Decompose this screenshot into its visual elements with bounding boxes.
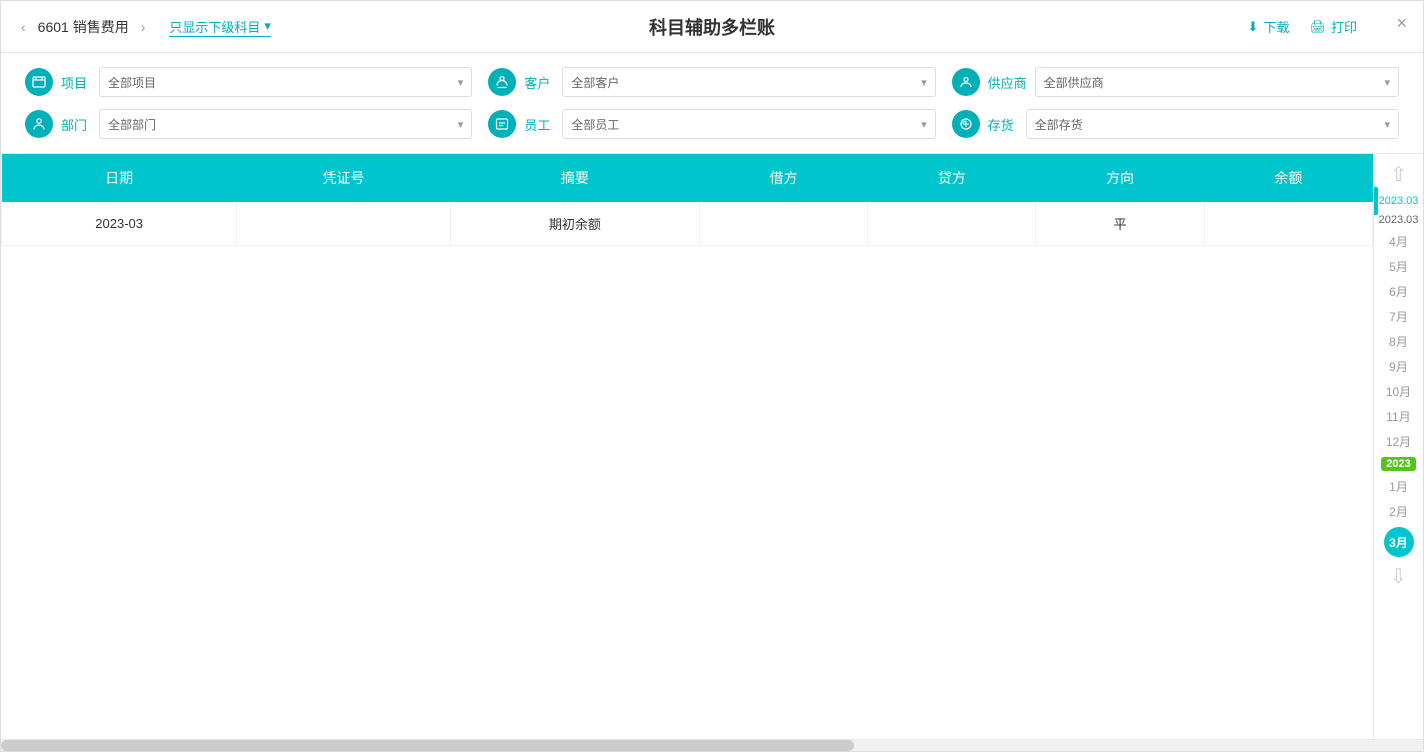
- customer-icon: [488, 68, 516, 96]
- side-nav-up-button[interactable]: ⇧: [1374, 158, 1423, 191]
- print-icon: 🖨: [1309, 19, 1326, 35]
- project-label: 项目: [61, 73, 91, 92]
- inventory-arrow-icon: ▾: [1384, 118, 1390, 131]
- filter-inventory: 存货 全部存货 ▾: [944, 103, 1407, 145]
- download-label: 下载: [1263, 17, 1289, 36]
- download-button[interactable]: ⬇ 下载: [1248, 17, 1290, 36]
- cell-direction: 平: [1036, 202, 1204, 246]
- print-button[interactable]: 🖨 打印: [1309, 17, 1357, 36]
- side-nav-month-8[interactable]: 8月: [1387, 329, 1410, 354]
- department-icon: [25, 110, 53, 138]
- show-sub-button[interactable]: 只显示下级科目 ▾: [169, 17, 271, 37]
- title-right: ⬇ 下载 🖨 打印: [1248, 17, 1407, 36]
- project-select[interactable]: 全部项目 ▾: [99, 67, 472, 97]
- nav-prev-button[interactable]: ‹: [17, 17, 30, 37]
- department-select[interactable]: 全部部门 ▾: [99, 109, 472, 139]
- cell-summary: 期初余额: [450, 202, 699, 246]
- main-window: ‹ 6601 销售费用 › 只显示下级科目 ▾ 科目辅助多栏账 ⬇ 下载 🖨 打…: [0, 0, 1424, 752]
- filter-supplier: 供应商 全部供应商 ▾: [944, 61, 1407, 103]
- page-title: 科目辅助多栏账: [649, 14, 775, 40]
- employee-value: 全部员工: [571, 116, 619, 133]
- side-nav-month-12[interactable]: 12月: [1384, 429, 1413, 454]
- project-value: 全部项目: [108, 74, 156, 91]
- side-nav-month-6[interactable]: 6月: [1387, 279, 1410, 304]
- filter-area: 项目 全部项目 ▾ 客户 全部客户 ▾: [1, 53, 1423, 154]
- close-button[interactable]: ×: [1396, 13, 1407, 34]
- project-icon: [25, 68, 53, 96]
- cell-date: 2023-03: [2, 202, 237, 246]
- employee-select[interactable]: 全部员工 ▾: [562, 109, 935, 139]
- ledger-table: 日期 凭证号 摘要 借方 贷方 方向 余额 2023-03 期初余额: [1, 154, 1373, 246]
- side-nav-active-month[interactable]: 3月: [1384, 527, 1414, 557]
- nav-next-button[interactable]: ›: [137, 17, 150, 37]
- employee-arrow-icon: ▾: [921, 118, 927, 131]
- department-arrow-icon: ▾: [458, 118, 464, 131]
- inventory-select[interactable]: 全部存货 ▾: [1026, 109, 1399, 139]
- project-arrow-icon: ▾: [458, 76, 464, 89]
- side-nav-month-2[interactable]: 2月: [1387, 499, 1410, 524]
- employee-label: 员工: [524, 115, 554, 134]
- side-nav-month-11[interactable]: 11月: [1384, 404, 1412, 429]
- scrollbar-thumb[interactable]: [1, 740, 854, 751]
- cell-balance: [1204, 202, 1372, 246]
- filter-employee: 员工 全部员工 ▾: [480, 103, 943, 145]
- side-navigation: ⇧ 2023.03 2023.03 4月 5月 6月 7月 8月 9月 10月 …: [1373, 154, 1423, 739]
- side-nav-year-badge[interactable]: 2023: [1381, 457, 1415, 471]
- side-nav-down-button[interactable]: ⇩: [1374, 560, 1423, 593]
- col-date: 日期: [2, 154, 237, 202]
- filter-customer: 客户 全部客户 ▾: [480, 61, 943, 103]
- supplier-icon: [952, 68, 980, 96]
- department-value: 全部部门: [108, 116, 156, 133]
- supplier-value: 全部供应商: [1044, 74, 1104, 91]
- side-nav-month-1[interactable]: 1月: [1387, 474, 1410, 499]
- cell-credit: [868, 202, 1036, 246]
- filter-department: 部门 全部部门 ▾: [17, 103, 480, 145]
- title-left: ‹ 6601 销售费用 › 只显示下级科目 ▾: [17, 17, 271, 37]
- show-sub-label: 只显示下级科目: [169, 17, 260, 36]
- department-label: 部门: [61, 115, 91, 134]
- inventory-label: 存货: [988, 115, 1018, 134]
- supplier-arrow-icon: ▾: [1384, 76, 1390, 89]
- print-label: 打印: [1331, 17, 1357, 36]
- table-row: 2023-03 期初余额 平: [2, 202, 1373, 246]
- col-debit: 借方: [699, 154, 867, 202]
- inventory-value: 全部存货: [1035, 116, 1083, 133]
- inventory-icon: [952, 110, 980, 138]
- col-credit: 贷方: [868, 154, 1036, 202]
- show-sub-arrow-icon: ▾: [264, 18, 271, 34]
- supplier-label: 供应商: [988, 73, 1027, 92]
- main-table: 日期 凭证号 摘要 借方 贷方 方向 余额 2023-03 期初余额: [1, 154, 1373, 739]
- horizontal-scrollbar[interactable]: [1, 739, 1423, 751]
- col-balance: 余额: [1204, 154, 1372, 202]
- download-icon: ⬇: [1248, 19, 1259, 35]
- employee-icon: [488, 110, 516, 138]
- side-nav-month-7[interactable]: 7月: [1387, 304, 1410, 329]
- col-direction: 方向: [1036, 154, 1204, 202]
- side-nav-month-5[interactable]: 5月: [1387, 254, 1410, 279]
- customer-arrow-icon: ▾: [921, 76, 927, 89]
- account-code: 6601 销售费用: [38, 17, 129, 37]
- col-voucher: 凭证号: [237, 154, 451, 202]
- side-nav-month-4[interactable]: 4月: [1387, 229, 1410, 254]
- customer-label: 客户: [524, 73, 554, 92]
- customer-value: 全部客户: [571, 74, 619, 91]
- side-nav-month-9[interactable]: 9月: [1387, 354, 1410, 379]
- filter-project: 项目 全部项目 ▾: [17, 61, 480, 103]
- side-nav-selected-period-1[interactable]: 2023.03: [1377, 191, 1421, 211]
- supplier-select[interactable]: 全部供应商 ▾: [1035, 67, 1399, 97]
- title-bar: ‹ 6601 销售费用 › 只显示下级科目 ▾ 科目辅助多栏账 ⬇ 下载 🖨 打…: [1, 1, 1423, 53]
- content-area: 日期 凭证号 摘要 借方 贷方 方向 余额 2023-03 期初余额: [1, 154, 1423, 739]
- side-nav-period-2[interactable]: 2023.03: [1377, 211, 1421, 229]
- col-summary: 摘要: [450, 154, 699, 202]
- cell-voucher: [237, 202, 451, 246]
- cell-debit: [699, 202, 867, 246]
- customer-select[interactable]: 全部客户 ▾: [562, 67, 935, 97]
- side-nav-month-10[interactable]: 10月: [1384, 379, 1413, 404]
- table-header-row: 日期 凭证号 摘要 借方 贷方 方向 余额: [2, 154, 1373, 202]
